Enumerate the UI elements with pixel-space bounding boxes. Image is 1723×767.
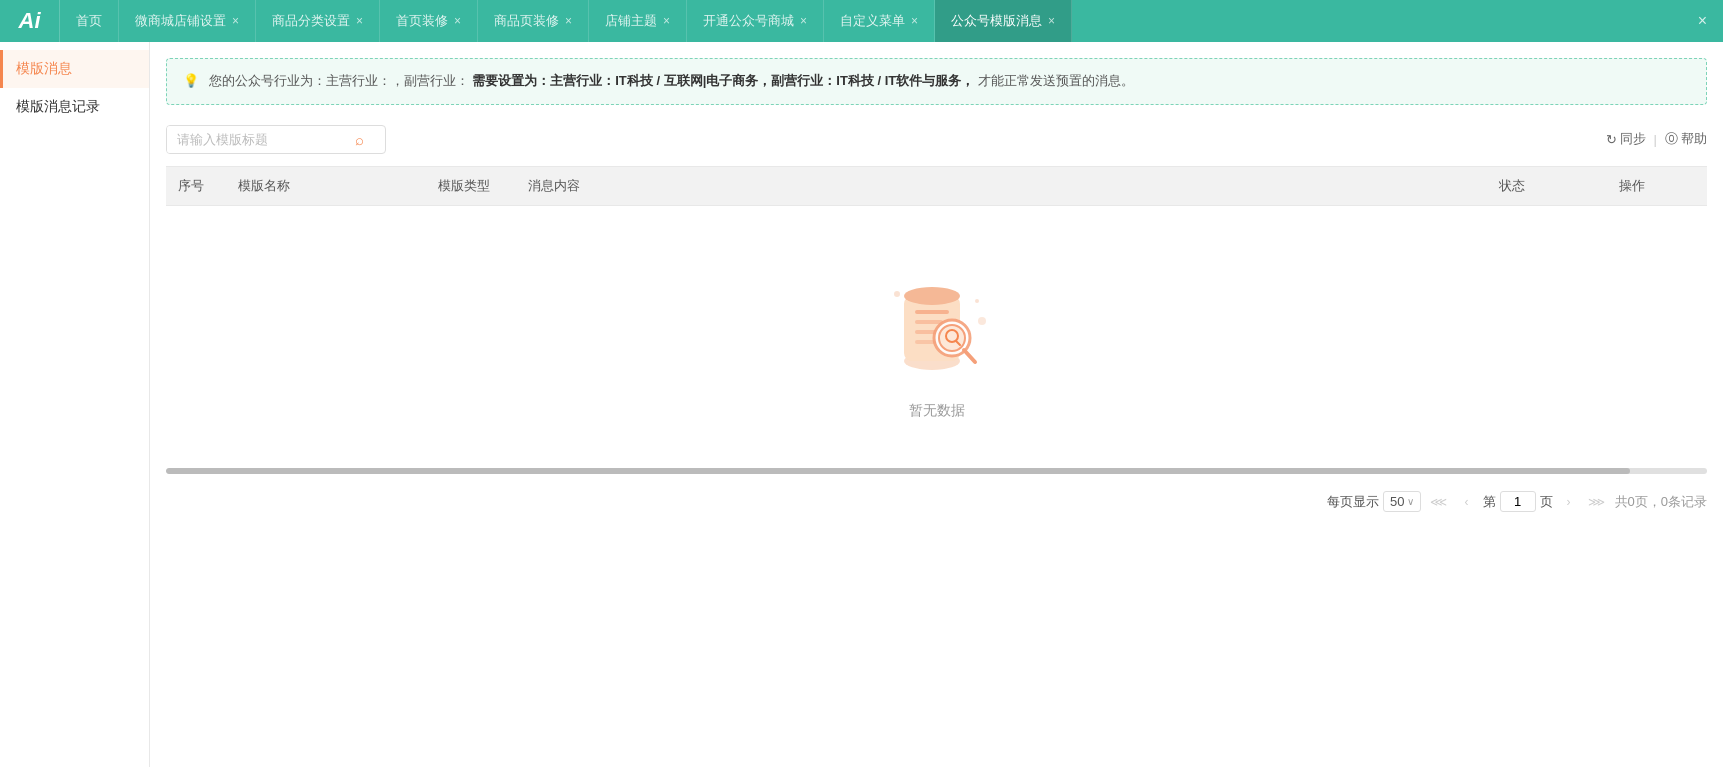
page-word: 第 [1483, 493, 1496, 511]
col-content: 消息内容 [516, 166, 1487, 205]
tab-store-theme-close[interactable]: × [663, 14, 670, 28]
close-all-button[interactable]: × [1682, 12, 1723, 30]
col-action: 操作 [1607, 166, 1707, 205]
tab-store-theme-label: 店铺主题 [605, 12, 657, 30]
page-size-value: 50 [1390, 494, 1404, 509]
page-input[interactable] [1500, 491, 1536, 512]
sidebar-item-template-msg-label: 模版消息 [16, 60, 72, 76]
empty-row: 暂无数据 [166, 205, 1707, 460]
page-label: 页 [1540, 493, 1553, 511]
chevron-down-icon: ∨ [1407, 496, 1414, 507]
col-name: 模版名称 [226, 166, 426, 205]
sync-button[interactable]: ↻ 同步 [1606, 130, 1646, 148]
sidebar-item-template-msg-record-label: 模版消息记录 [16, 98, 100, 114]
tab-template-msg-label: 公众号模版消息 [951, 12, 1042, 30]
content-area: 💡 您的公众号行业为：主营行业：，副营行业： 需要设置为：主营行业：IT科技 /… [150, 42, 1723, 767]
page-last-button[interactable]: ⋙ [1585, 490, 1609, 514]
notice-box: 💡 您的公众号行业为：主营行业：，副营行业： 需要设置为：主营行业：IT科技 /… [166, 58, 1707, 105]
search-icon: ⌕ [355, 131, 364, 148]
toolbar-divider: | [1654, 132, 1657, 147]
page-size-dropdown[interactable]: 50 ∨ [1383, 491, 1420, 512]
sidebar-item-template-msg[interactable]: 模版消息 [0, 50, 149, 88]
tab-custom-menu[interactable]: 自定义菜单 × [824, 0, 935, 42]
app-logo: Ai [0, 0, 60, 42]
svg-rect-3 [915, 310, 949, 314]
help-icon: ⓪ [1665, 130, 1678, 148]
page-nav: ⋘ ‹ 第 页 › ⋙ [1427, 490, 1609, 514]
search-bar: ⌕ ↻ 同步 | ⓪ 帮助 [166, 125, 1707, 154]
pagination: 每页显示 50 ∨ ⋘ ‹ 第 页 › ⋙ 共0页，0条记录 [166, 482, 1707, 518]
sync-icon: ↻ [1606, 132, 1617, 147]
data-table: 序号 模版名称 模版类型 消息内容 状态 操作 [166, 166, 1707, 460]
col-index: 序号 [166, 166, 226, 205]
page-first-button[interactable]: ⋘ [1427, 490, 1451, 514]
empty-text: 暂无数据 [166, 402, 1707, 420]
notice-suffix: 才能正常发送预置的消息。 [978, 73, 1134, 88]
tab-custom-menu-close[interactable]: × [911, 14, 918, 28]
table-header-row: 序号 模版名称 模版类型 消息内容 状态 操作 [166, 166, 1707, 205]
tab-home-label: 首页 [76, 12, 102, 30]
page-size-select: 每页显示 50 ∨ [1327, 491, 1420, 512]
tab-store-theme[interactable]: 店铺主题 × [589, 0, 687, 42]
svg-line-9 [964, 350, 975, 362]
search-input-wrap: ⌕ [166, 125, 386, 154]
sidebar-item-template-msg-record[interactable]: 模版消息记录 [0, 88, 149, 126]
tab-home-decor-close[interactable]: × [454, 14, 461, 28]
total-info: 共0页，0条记录 [1615, 493, 1707, 511]
top-nav: Ai 首页 微商城店铺设置 × 商品分类设置 × 首页装修 × 商品页装修 × … [0, 0, 1723, 42]
tab-category-settings-close[interactable]: × [356, 14, 363, 28]
main-layout: 模版消息 模版消息记录 💡 您的公众号行业为：主营行业：，副营行业： 需要设置为… [0, 42, 1723, 767]
tab-category-settings[interactable]: 商品分类设置 × [256, 0, 380, 42]
page-next-button[interactable]: › [1557, 490, 1581, 514]
col-type: 模版类型 [426, 166, 516, 205]
sidebar: 模版消息 模版消息记录 [0, 42, 150, 767]
tab-open-mall[interactable]: 开通公众号商城 × [687, 0, 824, 42]
search-input[interactable] [167, 126, 347, 153]
tab-store-settings-label: 微商城店铺设置 [135, 12, 226, 30]
tab-store-settings-close[interactable]: × [232, 14, 239, 28]
scrollbar-thumb [166, 468, 1630, 474]
tab-product-decor-close[interactable]: × [565, 14, 572, 28]
tab-store-settings[interactable]: 微商城店铺设置 × [119, 0, 256, 42]
toolbar-right: ↻ 同步 | ⓪ 帮助 [1606, 130, 1707, 148]
tab-home-decor[interactable]: 首页装修 × [380, 0, 478, 42]
svg-point-13 [975, 299, 979, 303]
notice-icon: 💡 [183, 73, 199, 88]
tab-open-mall-close[interactable]: × [800, 14, 807, 28]
tab-template-msg-close[interactable]: × [1048, 14, 1055, 28]
tab-product-decor-label: 商品页装修 [494, 12, 559, 30]
svg-point-12 [894, 291, 900, 297]
svg-point-14 [978, 317, 986, 325]
tab-custom-menu-label: 自定义菜单 [840, 12, 905, 30]
sync-label: 同步 [1620, 130, 1646, 148]
tab-home[interactable]: 首页 [60, 0, 119, 42]
help-label: 帮助 [1681, 130, 1707, 148]
help-button[interactable]: ⓪ 帮助 [1665, 130, 1707, 148]
col-status: 状态 [1487, 166, 1607, 205]
page-prev-button[interactable]: ‹ [1455, 490, 1479, 514]
empty-illustration [877, 266, 997, 386]
svg-point-2 [904, 287, 960, 305]
tab-home-decor-label: 首页装修 [396, 12, 448, 30]
notice-prefix: 您的公众号行业为：主营行业：，副营行业： [209, 73, 469, 88]
empty-state: 暂无数据 [166, 206, 1707, 460]
tab-category-settings-label: 商品分类设置 [272, 12, 350, 30]
tab-product-decor[interactable]: 商品页装修 × [478, 0, 589, 42]
search-button[interactable]: ⌕ [347, 131, 372, 148]
page-size-label: 每页显示 [1327, 493, 1379, 511]
svg-rect-4 [915, 320, 943, 324]
tab-open-mall-label: 开通公众号商城 [703, 12, 794, 30]
tab-template-msg[interactable]: 公众号模版消息 × [935, 0, 1072, 42]
notice-highlight: 需要设置为：主营行业：IT科技 / 互联网|电子商务，副营行业：IT科技 / I… [472, 73, 974, 88]
scrollbar[interactable] [166, 468, 1707, 474]
svg-point-8 [939, 325, 965, 351]
